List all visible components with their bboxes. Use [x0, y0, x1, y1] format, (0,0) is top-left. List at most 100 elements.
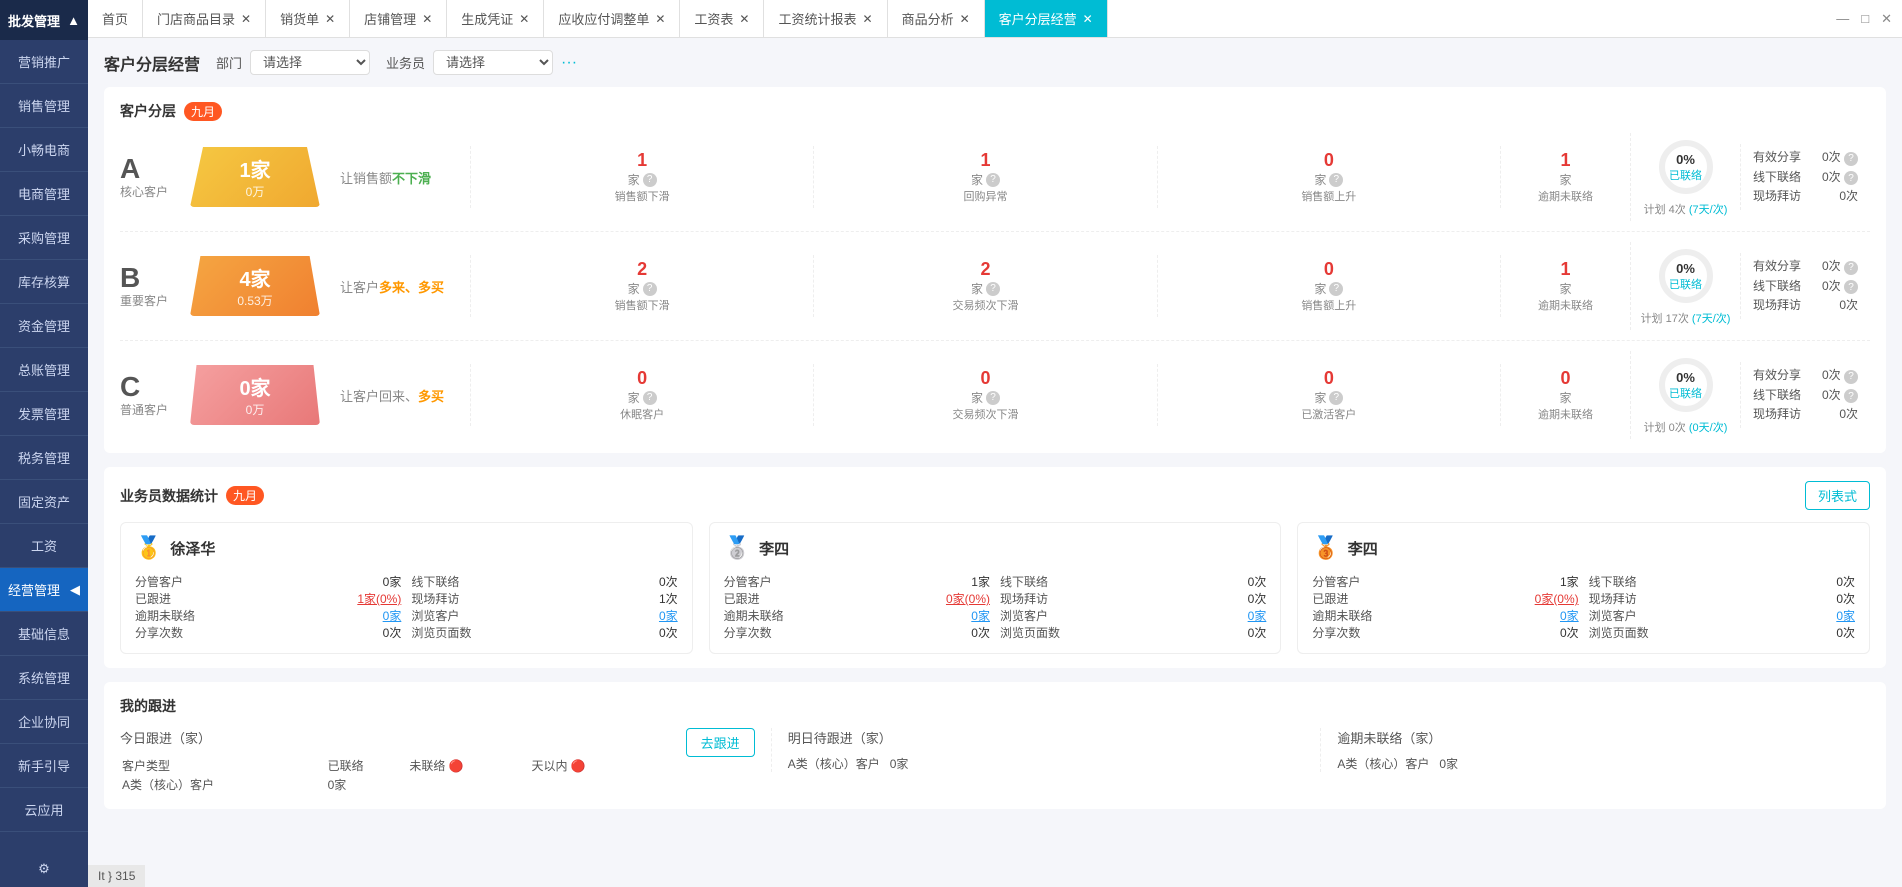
sidebar-collapse-icon[interactable]: ▲ [67, 13, 80, 28]
info-icon[interactable]: ? [986, 391, 1000, 405]
sidebar-item-xiaoshou[interactable]: 销售管理 [0, 84, 88, 128]
tier-c-trapezoid[interactable]: 0家 0万 [190, 365, 320, 425]
tab-close-shengcheng[interactable]: ✕ [519, 12, 529, 26]
filter-more-icon[interactable]: ··· [561, 54, 577, 72]
tier-c-stats: 0 家? 休眠客户 0 家? 交易频次下滑 0 家? 已激活客户 [470, 364, 1500, 426]
tier-b-stat-2[interactable]: 0 家? 销售额上升 [1157, 255, 1500, 317]
followup-overdue-label: 逾期未联络（家） [1337, 728, 1854, 747]
sidebar-item-kucun[interactable]: 库存核算 [0, 260, 88, 304]
tab-close-gongzibiao[interactable]: ✕ [739, 12, 749, 26]
tier-c-stat-0[interactable]: 0 家? 休眠客户 [470, 364, 813, 426]
sidebar-item-zijin[interactable]: 资金管理 [0, 304, 88, 348]
sidebar-item-jingying[interactable]: 经营管理 ◀ [0, 568, 88, 612]
tab-xiaohuo[interactable]: 销货单 ✕ [266, 0, 350, 38]
sidebar-item-jichu[interactable]: 基础信息 [0, 612, 88, 656]
info-icon[interactable]: ? [1844, 152, 1858, 166]
tab-close-shangpinfenxi[interactable]: ✕ [960, 12, 970, 26]
staff-select[interactable]: 请选择 [433, 50, 553, 75]
info-icon[interactable]: ? [1329, 391, 1343, 405]
sidebar-item-caigou[interactable]: 采购管理 [0, 216, 88, 260]
sidebar-item-zhangji[interactable]: 总账管理 [0, 348, 88, 392]
tier-a-overdue[interactable]: 1 家 逾期未联络 [1500, 146, 1630, 208]
dept-select[interactable]: 请选择 [250, 50, 370, 75]
sidebar-item-yingxiao[interactable]: 营销推广 [0, 40, 88, 84]
window-close-icon[interactable]: ✕ [1881, 11, 1892, 27]
sidebar-item-xinshouguide[interactable]: 新手引导 [0, 744, 88, 788]
tier-row-a: A 核心客户 1家 0万 让销售额不下滑 1 家? 销售额下滑 [120, 133, 1870, 232]
sidebar-item-fapiao[interactable]: 发票管理 [0, 392, 88, 436]
tab-gongzitongji[interactable]: 工资统计报表 ✕ [764, 0, 887, 38]
tier-b-label: B 重要客户 [120, 264, 190, 309]
info-icon[interactable]: ? [643, 391, 657, 405]
window-restore-icon[interactable]: □ [1861, 11, 1869, 26]
info-icon[interactable]: ? [1844, 171, 1858, 185]
go-followup-button[interactable]: 去跟进 [686, 728, 755, 757]
tier-b-stat-1[interactable]: 2 家? 交易频次下滑 [813, 255, 1156, 317]
tab-yingshou[interactable]: 应收应付调整单 ✕ [544, 0, 680, 38]
tab-close-gongzitongji[interactable]: ✕ [863, 12, 873, 26]
tier-a-stat-1[interactable]: 1 家? 回购异常 [813, 146, 1156, 208]
tab-diandpu[interactable]: 店铺管理 ✕ [350, 0, 447, 38]
followup-today-col: 今日跟进（家） 客户类型 已联络 未联络 🔴 天以内 🔴 A类（核心）客户 0家 [120, 728, 670, 795]
sidebar-item-gongzi[interactable]: 工资 [0, 524, 88, 568]
followup-cols: 今日跟进（家） 客户类型 已联络 未联络 🔴 天以内 🔴 A类（核心）客户 0家 [120, 728, 1870, 795]
info-icon[interactable]: ? [643, 282, 657, 296]
tier-c-overdue[interactable]: 0 家 逾期未联络 [1500, 364, 1630, 426]
tier-b-stat-0[interactable]: 2 家? 销售额下滑 [470, 255, 813, 317]
tab-mendianmulu[interactable]: 门店商品目录 ✕ [143, 0, 266, 38]
tab-close-kehufenceng[interactable]: ✕ [1083, 12, 1093, 26]
staff-medal-1: 🥈 [724, 535, 751, 561]
tab-close-xiaohuo[interactable]: ✕ [325, 12, 335, 26]
staff-card-1: 🥈 李四 分管客户1家 已跟进0家(0%) 逾期未联络0家 分享次数0次 线下联… [709, 522, 1282, 654]
followup-section: 我的跟进 今日跟进（家） 客户类型 已联络 未联络 🔴 天以内 🔴 A类（核心）… [104, 682, 1886, 809]
info-icon[interactable]: ? [1329, 173, 1343, 187]
sidebar-item-qiyexieyun[interactable]: 企业协同 [0, 700, 88, 744]
followup-section-header: 我的跟进 [120, 696, 1870, 716]
info-icon[interactable]: ? [1844, 370, 1858, 384]
tier-a-trapezoid[interactable]: 1家 0万 [190, 147, 320, 207]
staff-grid: 🥇 徐泽华 分管客户0家 已跟进1家(0%) 逾期未联络0家 分享次数0次 线下… [120, 522, 1870, 654]
followup-overdue-content: A类（核心）客户 0家 [1337, 755, 1854, 772]
tab-bar: 首页 门店商品目录 ✕ 销货单 ✕ 店铺管理 ✕ 生成凭证 ✕ 应收应付调整单 … [88, 0, 1902, 38]
info-icon[interactable]: ? [986, 173, 1000, 187]
tier-c-stat-1[interactable]: 0 家? 交易频次下滑 [813, 364, 1156, 426]
customer-section: 客户分层 九月 A 核心客户 1家 0万 让销售额不下滑 [104, 87, 1886, 453]
tab-close-yingshou[interactable]: ✕ [655, 12, 665, 26]
info-icon[interactable]: ? [1844, 261, 1858, 275]
sidebar-item-gudingzichan[interactable]: 固定资产 [0, 480, 88, 524]
tab-shengcheng[interactable]: 生成凭证 ✕ [447, 0, 544, 38]
tab-close-diandpu[interactable]: ✕ [422, 12, 432, 26]
followup-today-table: 客户类型 已联络 未联络 🔴 天以内 🔴 A类（核心）客户 0家 [120, 755, 654, 795]
staff-stat-row: 分管客户0家 已跟进1家(0%) 逾期未联络0家 分享次数0次 [135, 573, 401, 641]
sidebar-item-yunyingyun[interactable]: 云应用 [0, 788, 88, 832]
sidebar-arrow-icon: ◀ [70, 582, 80, 598]
tab-close-mendianmulu[interactable]: ✕ [241, 12, 251, 26]
sidebar-settings[interactable]: ⚙ [0, 851, 88, 887]
info-icon[interactable]: ? [1329, 282, 1343, 296]
info-icon[interactable]: ? [1844, 280, 1858, 294]
tab-bar-end: — □ ✕ [1826, 11, 1902, 27]
followup-today-label: 今日跟进（家） [120, 728, 654, 747]
dept-label: 部门 [216, 53, 242, 72]
sidebar-item-xitong[interactable]: 系统管理 [0, 656, 88, 700]
tab-gongzibiao[interactable]: 工资表 ✕ [680, 0, 764, 38]
info-icon[interactable]: ? [1844, 389, 1858, 403]
tab-home[interactable]: 首页 [88, 0, 143, 38]
tab-kehufenceng[interactable]: 客户分层经营 ✕ [985, 0, 1108, 38]
tier-a-stat-2[interactable]: 0 家? 销售额上升 [1157, 146, 1500, 208]
tier-b-overdue[interactable]: 1 家 逾期未联络 [1500, 255, 1630, 317]
tier-c-stat-2[interactable]: 0 家? 已激活客户 [1157, 364, 1500, 426]
info-icon[interactable]: ? [986, 282, 1000, 296]
tier-b-count: 4家 [239, 263, 270, 292]
tier-a-stat-0[interactable]: 1 家? 销售额下滑 [470, 146, 813, 208]
tier-b-trapezoid[interactable]: 4家 0.53万 [190, 256, 320, 316]
tier-b-letter: B [120, 264, 190, 292]
sidebar-item-shuiwu[interactable]: 税务管理 [0, 436, 88, 480]
sidebar-item-xiaochang[interactable]: 小畅电商 [0, 128, 88, 172]
tier-a-count-box: 1家 0万 [190, 147, 320, 207]
tab-shangpinfenxi[interactable]: 商品分析 ✕ [888, 0, 985, 38]
staff-list-btn[interactable]: 列表式 [1805, 481, 1870, 510]
window-minimize-icon[interactable]: — [1836, 11, 1849, 26]
sidebar-item-dianshang[interactable]: 电商管理 [0, 172, 88, 216]
info-icon[interactable]: ? [643, 173, 657, 187]
